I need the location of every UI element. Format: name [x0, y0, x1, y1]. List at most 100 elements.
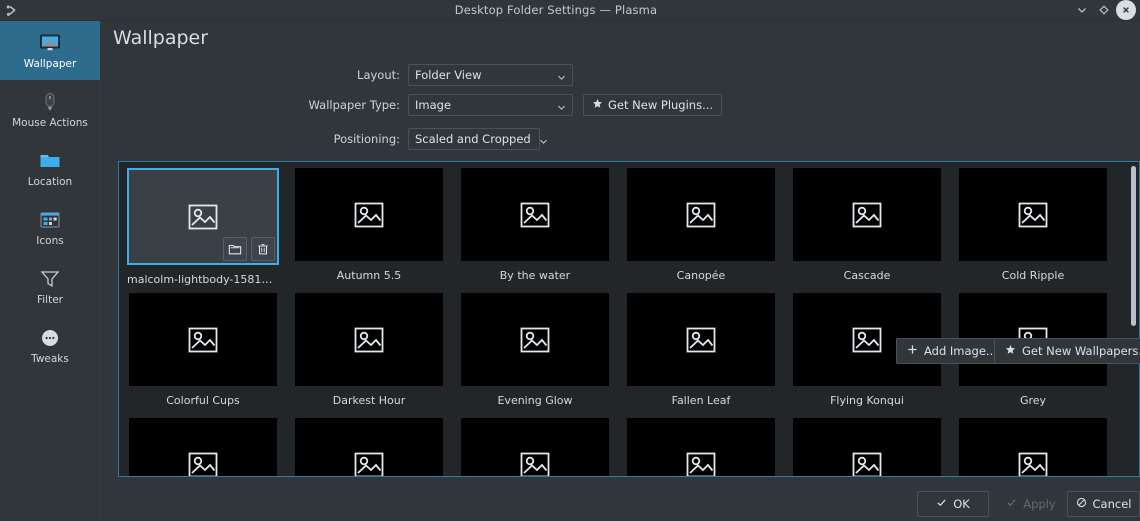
- wallpaper-item-label: Autumn 5.5: [336, 269, 402, 282]
- image-placeholder-icon: [850, 198, 884, 232]
- window-controls: [1072, 0, 1140, 20]
- wallpaper-item-label: By the water: [499, 269, 571, 282]
- icons-grid-icon: [38, 208, 62, 232]
- layout-select[interactable]: Folder View: [408, 64, 573, 86]
- chevron-down-icon[interactable]: [1072, 0, 1092, 20]
- sidebar-item-tweaks[interactable]: Tweaks: [0, 316, 100, 375]
- wallpaper-thumbnail[interactable]: [129, 293, 277, 386]
- star-icon: [1005, 344, 1016, 358]
- wallpaper-thumbnail[interactable]: [461, 418, 609, 476]
- wallpaper-item-label: Darkest Hour: [332, 394, 406, 407]
- apply-button: Apply: [995, 491, 1067, 517]
- ok-label: OK: [953, 497, 970, 511]
- sidebar-item-location[interactable]: Location: [0, 139, 100, 198]
- wallpaper-item[interactable]: Colorful Cups: [123, 293, 283, 407]
- sidebar-item-label: Filter: [36, 294, 63, 306]
- wallpaper-item-label: Evening Glow: [497, 394, 573, 407]
- wallpaper-thumbnail[interactable]: [295, 168, 443, 261]
- image-placeholder-icon: [684, 323, 718, 357]
- sidebar-item-wallpaper[interactable]: Wallpaper: [0, 21, 100, 80]
- sidebar-item-mouse-actions[interactable]: Mouse Actions: [0, 80, 100, 139]
- sidebar-item-label: Location: [27, 176, 73, 188]
- wallpaper-item[interactable]: [123, 418, 283, 476]
- wallpaper-thumbnail[interactable]: [793, 168, 941, 261]
- wallpaper-item-label: Cold Ripple: [1001, 269, 1065, 282]
- image-placeholder-icon: [352, 198, 386, 232]
- wallpaper-item[interactable]: [455, 418, 615, 476]
- wallpaper-grid[interactable]: malcolm-lightbody-158122... Autumn 5.5 By …: [118, 161, 1140, 477]
- wallpaper-thumbnail[interactable]: [295, 418, 443, 476]
- wallpaper-item-label: Flying Konqui: [830, 394, 904, 407]
- wallpaper-type-select-value: Image: [415, 98, 452, 112]
- positioning-select[interactable]: Scaled and Cropped: [408, 128, 547, 150]
- app-icon-area: [0, 3, 40, 17]
- wallpaper-item[interactable]: Autumn 5.5: [289, 168, 449, 282]
- chevron-down-icon: [557, 101, 566, 110]
- add-image-button[interactable]: Add Image...: [896, 338, 1008, 364]
- wallpaper-item[interactable]: [787, 418, 947, 476]
- wallpaper-thumbnail[interactable]: [461, 168, 609, 261]
- image-placeholder-icon: [518, 448, 552, 476]
- plasma-logo-icon: [5, 3, 19, 17]
- close-icon[interactable]: [1116, 0, 1136, 20]
- image-placeholder-icon: [1016, 198, 1050, 232]
- scrollbar-thumb[interactable]: [1131, 166, 1136, 326]
- image-placeholder-icon: [684, 448, 718, 476]
- cancel-label: Cancel: [1092, 497, 1132, 511]
- wallpaper-item[interactable]: By the water: [455, 168, 615, 282]
- wallpaper-thumbnail[interactable]: [295, 293, 443, 386]
- positioning-row: Positioning: Scaled and Cropped: [100, 128, 690, 150]
- wallpaper-item-label: Colorful Cups: [166, 394, 240, 407]
- wallpaper-thumbnail[interactable]: [627, 168, 775, 261]
- wallpaper-item[interactable]: Canopée: [621, 168, 781, 282]
- image-placeholder-icon: [518, 198, 552, 232]
- plus-icon: [907, 344, 918, 358]
- get-new-wallpapers-button[interactable]: Get New Wallpapers...: [994, 338, 1140, 364]
- get-new-plugins-button[interactable]: Get New Plugins...: [583, 94, 723, 116]
- image-placeholder-icon: [850, 448, 884, 476]
- wallpaper-item-label: Fallen Leaf: [671, 394, 731, 407]
- remove-wallpaper-button[interactable]: [251, 237, 275, 261]
- wallpaper-item-label: malcolm-lightbody-158122...: [127, 273, 283, 286]
- wallpaper-thumbnail[interactable]: [959, 418, 1107, 476]
- sidebar-item-label: Icons: [36, 235, 64, 247]
- monitor-wallpaper-icon: [38, 31, 62, 55]
- layout-label: Layout:: [357, 68, 400, 82]
- wallpaper-item[interactable]: malcolm-lightbody-158122...: [123, 168, 283, 286]
- wallpaper-grid-scrollbar[interactable]: [1131, 166, 1136, 472]
- diamond-icon[interactable]: [1094, 0, 1114, 20]
- wallpaper-item[interactable]: Cascade: [787, 168, 947, 282]
- wallpaper-type-row: Wallpaper Type: Image Get New Plugins...: [100, 94, 860, 116]
- wallpaper-thumbnail[interactable]: [793, 418, 941, 476]
- wallpaper-thumbnail[interactable]: [129, 418, 277, 476]
- wallpaper-item[interactable]: Evening Glow: [455, 293, 615, 407]
- wallpaper-thumbnail[interactable]: [959, 168, 1107, 261]
- get-new-plugins-label: Get New Plugins...: [608, 98, 714, 112]
- cancel-button[interactable]: Cancel: [1067, 491, 1140, 517]
- image-placeholder-icon: [186, 448, 220, 476]
- folder-icon: [38, 149, 62, 173]
- image-placeholder-icon: [186, 200, 220, 234]
- sidebar-item-icons[interactable]: Icons: [0, 198, 100, 257]
- positioning-select-value: Scaled and Cropped: [415, 132, 531, 146]
- chevron-down-icon: [539, 135, 548, 144]
- wallpaper-thumbnail[interactable]: [461, 293, 609, 386]
- wallpaper-thumbnail[interactable]: [627, 418, 775, 476]
- wallpaper-item[interactable]: Darkest Hour: [289, 293, 449, 407]
- ok-button[interactable]: OK: [917, 491, 989, 517]
- image-placeholder-icon: [1016, 448, 1050, 476]
- wallpaper-thumbnail[interactable]: [127, 168, 279, 265]
- sidebar-item-filter[interactable]: Filter: [0, 257, 100, 316]
- wallpaper-thumbnail[interactable]: [627, 293, 775, 386]
- wallpaper-item[interactable]: [953, 418, 1113, 476]
- positioning-label: Positioning:: [333, 132, 400, 146]
- layout-row: Layout: Folder View: [100, 64, 690, 86]
- wallpaper-item[interactable]: Cold Ripple: [953, 168, 1113, 282]
- wallpaper-type-select[interactable]: Image: [408, 94, 573, 116]
- wallpaper-item[interactable]: Fallen Leaf: [621, 293, 781, 407]
- wallpaper-item[interactable]: [621, 418, 781, 476]
- wallpaper-type-label: Wallpaper Type:: [308, 98, 400, 112]
- open-containing-folder-button[interactable]: [223, 237, 247, 261]
- apply-label: Apply: [1023, 497, 1056, 511]
- wallpaper-item[interactable]: [289, 418, 449, 476]
